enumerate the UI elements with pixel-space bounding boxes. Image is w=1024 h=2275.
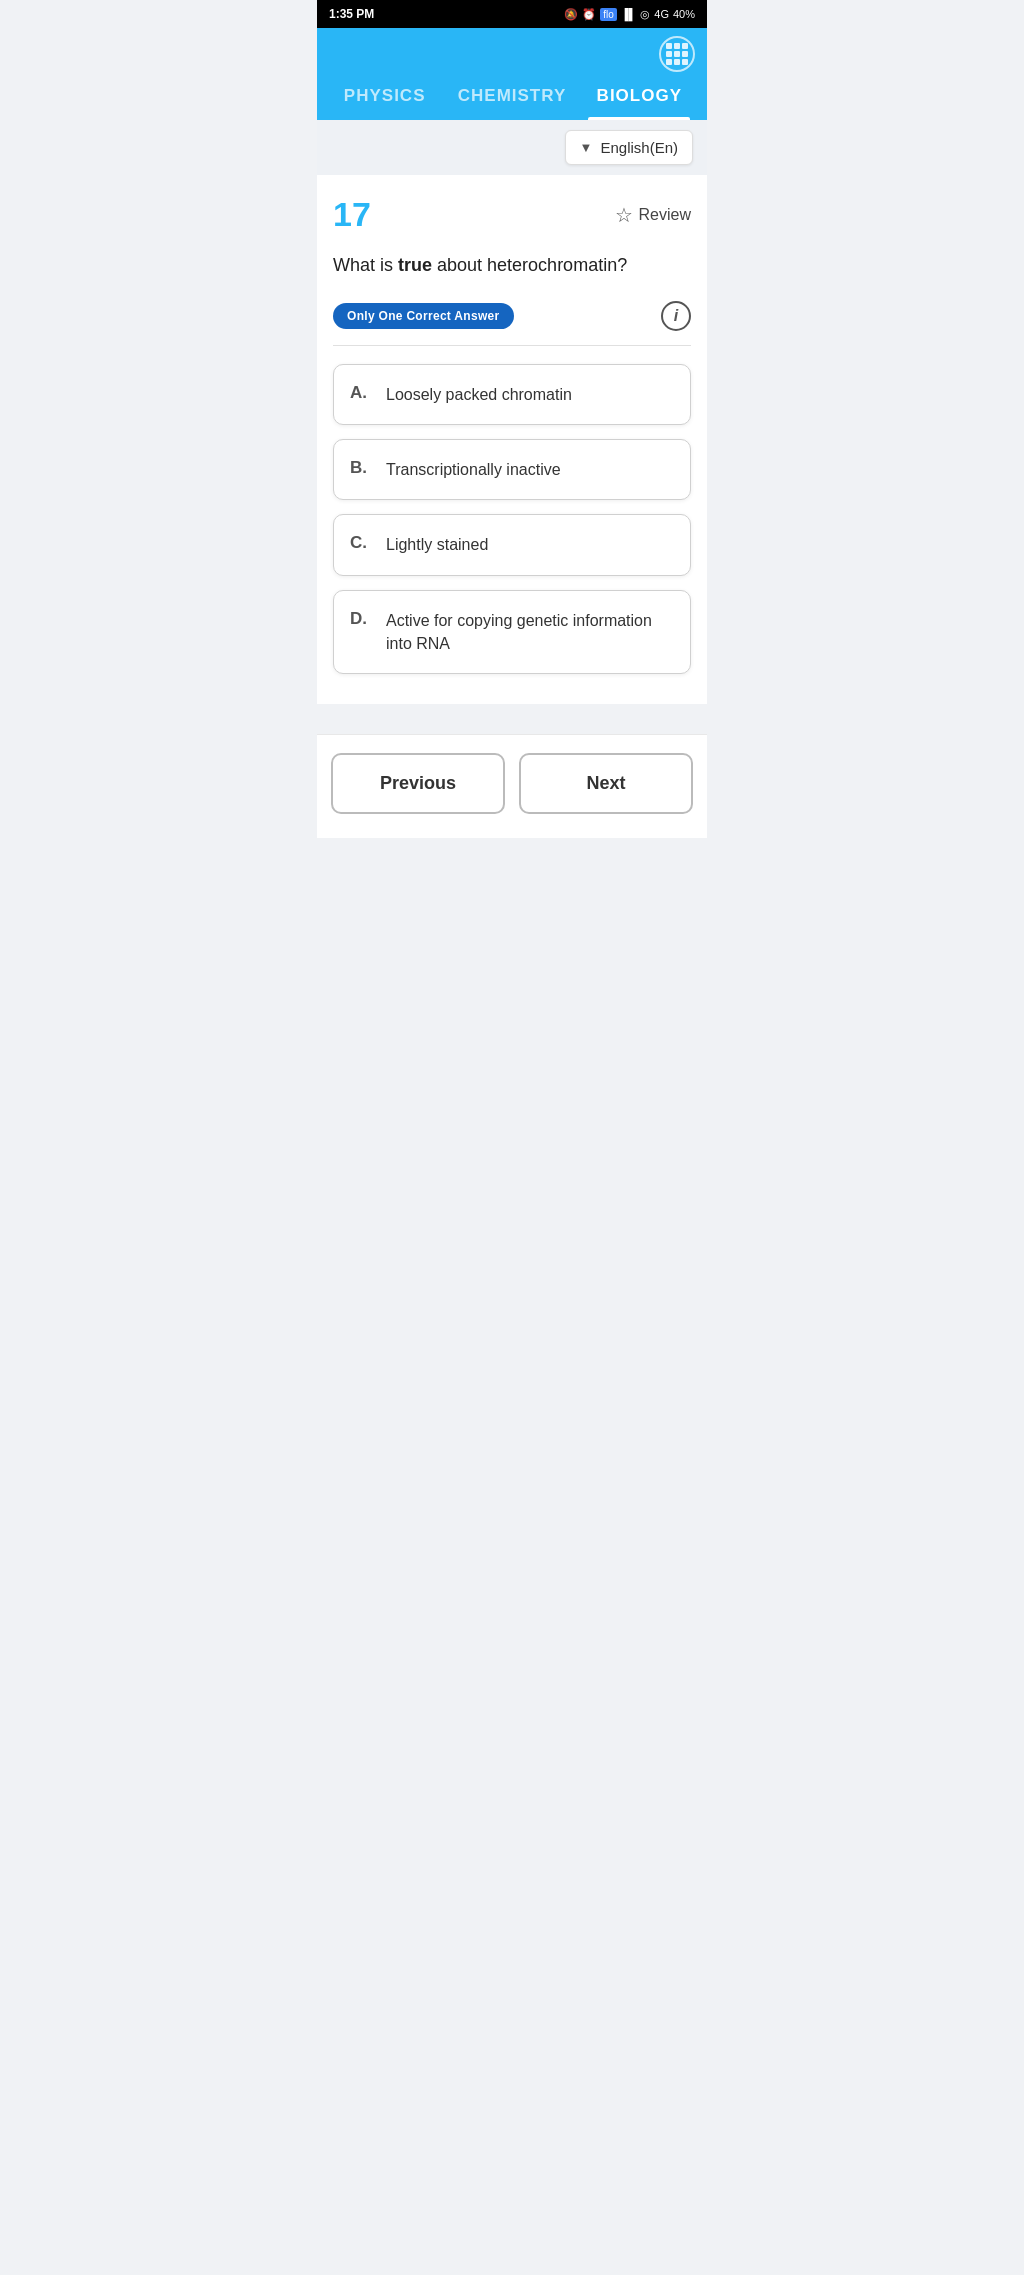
option-d[interactable]: D. Active for copying genetic informatio… (333, 590, 691, 674)
option-a[interactable]: A. Loosely packed chromatin (333, 364, 691, 425)
language-selector[interactable]: ▼ English(En) (565, 130, 693, 165)
option-b-label: B. (350, 458, 372, 478)
option-b-text: Transcriptionally inactive (386, 458, 561, 481)
previous-button[interactable]: Previous (331, 753, 505, 814)
review-button[interactable]: ☆ Review (615, 203, 691, 227)
tab-chemistry[interactable]: CHEMISTRY (448, 76, 575, 120)
grid-menu-button[interactable] (659, 36, 695, 72)
tab-physics[interactable]: PHYSICS (321, 76, 448, 120)
divider (333, 345, 691, 346)
signal2-icon: 4G (654, 8, 669, 20)
dot (682, 59, 688, 65)
question-number: 17 (333, 195, 371, 234)
next-button[interactable]: Next (519, 753, 693, 814)
dot (682, 43, 688, 49)
app-header: PHYSICS CHEMISTRY BIOLOGY (317, 28, 707, 120)
option-c[interactable]: C. Lightly stained (333, 514, 691, 575)
language-label: English(En) (600, 139, 678, 156)
info-icon-label: i (674, 307, 678, 325)
notification-icon: 🔕 (564, 8, 578, 21)
question-bold-word: true (398, 255, 432, 275)
dot (666, 43, 672, 49)
question-header: 17 ☆ Review (333, 195, 691, 234)
battery-icon: 40% (673, 8, 695, 20)
info-icon[interactable]: i (661, 301, 691, 331)
option-d-text: Active for copying genetic information i… (386, 609, 674, 655)
bottom-navigation: Previous Next (317, 734, 707, 838)
status-bar: 1:35 PM 🔕 ⏰ flo ▐▌ ◎ 4G 40% (317, 0, 707, 28)
subject-tabs: PHYSICS CHEMISTRY BIOLOGY (317, 76, 707, 120)
star-icon: ☆ (615, 203, 633, 227)
review-label: Review (639, 206, 691, 224)
gps-icon: ◎ (640, 8, 650, 21)
dot (674, 51, 680, 57)
filo-icon: flo (600, 8, 617, 21)
status-time: 1:35 PM (329, 7, 374, 21)
grid-dots-icon (666, 43, 688, 65)
language-bar: ▼ English(En) (317, 120, 707, 175)
chevron-down-icon: ▼ (580, 140, 593, 155)
signal-icon: ▐▌ (621, 8, 637, 20)
dot (674, 43, 680, 49)
status-icons: 🔕 ⏰ flo ▐▌ ◎ 4G 40% (564, 8, 695, 21)
question-area: 17 ☆ Review What is true about heterochr… (317, 175, 707, 704)
header-top (317, 28, 707, 76)
option-a-text: Loosely packed chromatin (386, 383, 572, 406)
answer-type-row: Only One Correct Answer i (333, 301, 691, 331)
option-a-label: A. (350, 383, 372, 403)
clock-icon: ⏰ (582, 8, 596, 21)
dot (674, 59, 680, 65)
question-text: What is true about heterochromatin? (333, 252, 691, 279)
dot (666, 51, 672, 57)
option-c-label: C. (350, 533, 372, 553)
option-b[interactable]: B. Transcriptionally inactive (333, 439, 691, 500)
option-c-text: Lightly stained (386, 533, 488, 556)
options-list: A. Loosely packed chromatin B. Transcrip… (333, 360, 691, 684)
dot (682, 51, 688, 57)
option-d-label: D. (350, 609, 372, 629)
tab-biology[interactable]: BIOLOGY (576, 76, 703, 120)
answer-type-badge: Only One Correct Answer (333, 303, 514, 329)
dot (666, 59, 672, 65)
